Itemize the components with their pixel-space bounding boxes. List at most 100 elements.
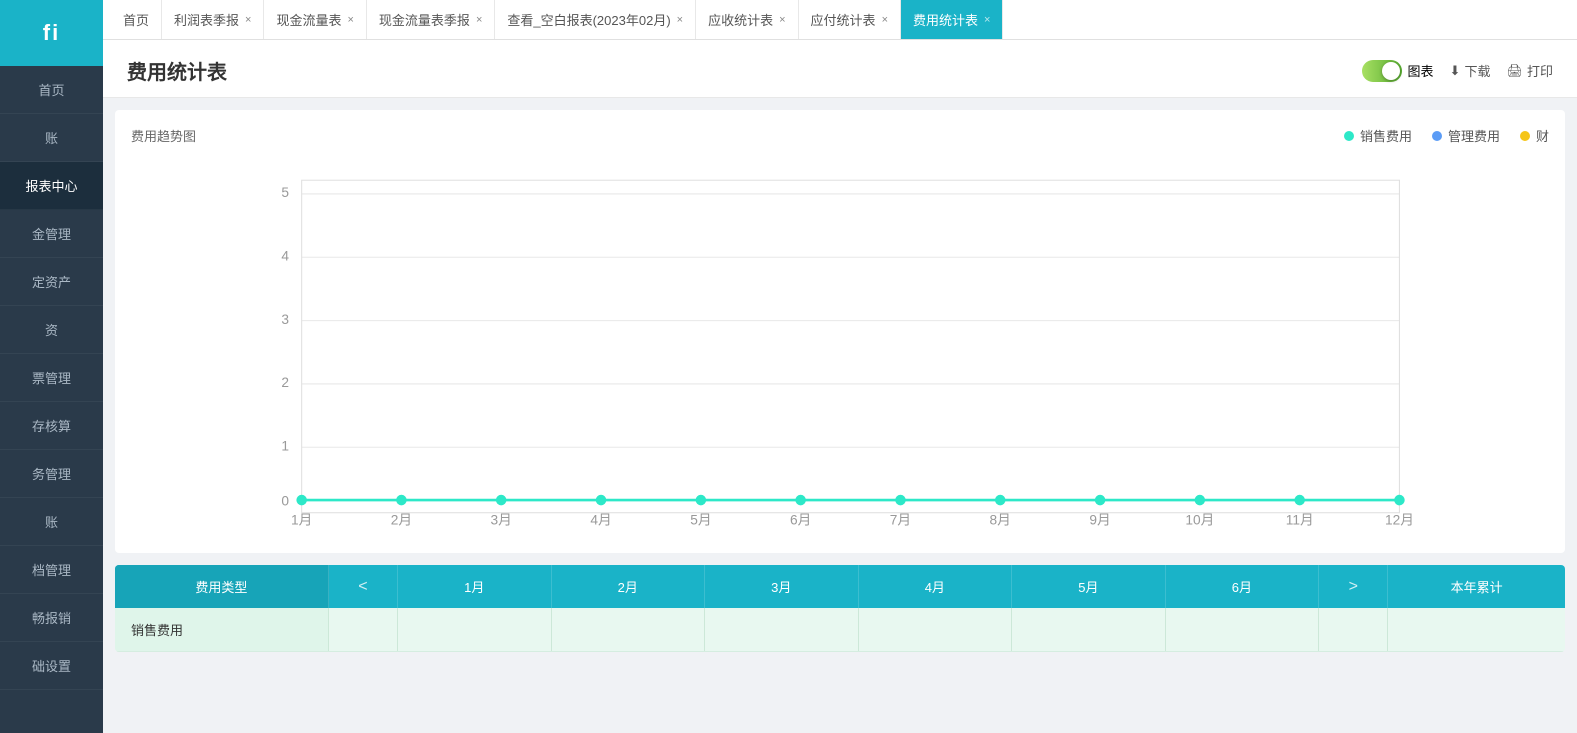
table-header-yearly: 本年累计 bbox=[1388, 565, 1565, 608]
nav-prev-icon[interactable]: < bbox=[358, 578, 367, 596]
chart-header: 费用趋势图 销售费用 管理费用 财 bbox=[131, 126, 1549, 145]
toggle-wrap: 图表 bbox=[1362, 60, 1434, 82]
table-cell-m1 bbox=[398, 608, 552, 651]
table-cell-type: 销售费用 bbox=[115, 608, 329, 651]
tab-close-blank-report[interactable]: × bbox=[677, 14, 683, 26]
download-button[interactable]: ⬇ 下载 bbox=[1450, 61, 1491, 80]
tab-close-payable[interactable]: × bbox=[882, 14, 888, 26]
tab-close-expense-stats[interactable]: × bbox=[984, 14, 990, 26]
table-header-month4: 4月 bbox=[859, 565, 1013, 608]
tab-close-receivable[interactable]: × bbox=[779, 14, 785, 26]
table-cell-yearly bbox=[1388, 608, 1565, 651]
table-cell-nav-space2 bbox=[1319, 608, 1388, 651]
tab-payable[interactable]: 应付统计表 × bbox=[799, 0, 901, 40]
table-header-month1: 1月 bbox=[398, 565, 552, 608]
tab-profit-quarterly[interactable]: 利润表季报 × bbox=[162, 0, 264, 40]
legend-finance: 财 bbox=[1520, 126, 1549, 145]
sidebar-item-finance[interactable]: 金管理 bbox=[0, 210, 103, 258]
svg-text:2月: 2月 bbox=[391, 512, 412, 527]
tab-close-profit-quarterly[interactable]: × bbox=[245, 14, 251, 26]
tab-cashflow-quarterly[interactable]: 现金流量表季报 × bbox=[367, 0, 495, 40]
tab-bar: 首页 利润表季报 × 现金流量表 × 现金流量表季报 × 查看_空白报表(202… bbox=[103, 0, 1577, 40]
chart-title: 费用趋势图 bbox=[131, 126, 196, 145]
sidebar-item-archive[interactable]: 档管理 bbox=[0, 546, 103, 594]
svg-text:1: 1 bbox=[281, 438, 289, 453]
svg-text:4: 4 bbox=[281, 248, 289, 263]
page-title: 费用统计表 bbox=[127, 56, 227, 85]
svg-text:6月: 6月 bbox=[790, 512, 811, 527]
print-button[interactable]: 🖨 打印 bbox=[1506, 61, 1553, 80]
svg-text:1月: 1月 bbox=[291, 512, 312, 527]
sidebar-item-reports[interactable]: 报表中心 bbox=[0, 162, 103, 210]
sidebar-item-invoice[interactable]: 票管理 bbox=[0, 354, 103, 402]
table-header-month6: 6月 bbox=[1166, 565, 1320, 608]
sidebar-logo: fi bbox=[0, 0, 103, 66]
nav-next-icon[interactable]: > bbox=[1349, 578, 1358, 596]
sidebar-item-service[interactable]: 务管理 bbox=[0, 450, 103, 498]
svg-text:5: 5 bbox=[281, 185, 289, 200]
tab-close-cashflow-quarterly[interactable]: × bbox=[476, 14, 482, 26]
table-header-month5: 5月 bbox=[1012, 565, 1166, 608]
print-icon: 🖨 bbox=[1506, 63, 1523, 79]
tab-receivable[interactable]: 应收统计表 × bbox=[696, 0, 798, 40]
sidebar: fi 首页 账 报表中心 金管理 定资产 资 票管理 存核算 务管理 账 档管理… bbox=[0, 0, 103, 733]
svg-text:9月: 9月 bbox=[1089, 512, 1110, 527]
tab-home[interactable]: 首页 bbox=[111, 0, 162, 40]
table-cell-m3 bbox=[705, 608, 859, 651]
print-label: 打印 bbox=[1527, 61, 1553, 80]
table-cell-m4 bbox=[859, 608, 1013, 651]
table-cell-m6 bbox=[1166, 608, 1320, 651]
chart-container: 5 4 3 2 1 0 bbox=[131, 157, 1549, 537]
content-area: 费用统计表 图表 ⬇ 下载 🖨 打印 费用趋势图 bbox=[103, 40, 1577, 733]
chart-toggle[interactable] bbox=[1362, 60, 1402, 82]
table-cell-nav-space bbox=[329, 608, 398, 651]
sidebar-item-expense[interactable]: 畅报销 bbox=[0, 594, 103, 642]
download-label: 下载 bbox=[1464, 61, 1490, 80]
table-header-nav-next[interactable]: > bbox=[1319, 565, 1388, 608]
table-header-row: 费用类型 < 1月 2月 3月 4月 5月 6月 > 本年累计 bbox=[115, 565, 1565, 608]
svg-text:10月: 10月 bbox=[1185, 512, 1214, 527]
svg-text:5月: 5月 bbox=[690, 512, 711, 527]
sidebar-item-ledger[interactable]: 账 bbox=[0, 498, 103, 546]
tab-cashflow[interactable]: 现金流量表 × bbox=[264, 0, 366, 40]
legend-dot-finance bbox=[1520, 131, 1530, 141]
page-header: 费用统计表 图表 ⬇ 下载 🖨 打印 bbox=[103, 40, 1577, 98]
svg-text:12月: 12月 bbox=[1385, 512, 1414, 527]
table-header-nav-prev[interactable]: < bbox=[329, 565, 398, 608]
table-cell-m5 bbox=[1012, 608, 1166, 651]
header-actions: 图表 ⬇ 下载 🖨 打印 bbox=[1362, 60, 1553, 82]
svg-text:2: 2 bbox=[281, 375, 289, 390]
sidebar-item-inventory[interactable]: 存核算 bbox=[0, 402, 103, 450]
chart-legend: 销售费用 管理费用 财 bbox=[1344, 126, 1549, 145]
sidebar-item-home[interactable]: 首页 bbox=[0, 66, 103, 114]
legend-label-finance: 财 bbox=[1536, 126, 1549, 145]
legend-dot-admin bbox=[1432, 131, 1442, 141]
sidebar-item-capital[interactable]: 资 bbox=[0, 306, 103, 354]
legend-label-sales: 销售费用 bbox=[1360, 126, 1412, 145]
table-row: 销售费用 bbox=[115, 608, 1565, 652]
chart-section: 费用趋势图 销售费用 管理费用 财 bbox=[115, 110, 1565, 553]
tab-close-cashflow[interactable]: × bbox=[347, 14, 353, 26]
sidebar-item-settings[interactable]: 础设置 bbox=[0, 642, 103, 690]
toggle-label: 图表 bbox=[1408, 61, 1434, 80]
svg-text:8月: 8月 bbox=[990, 512, 1011, 527]
svg-text:3: 3 bbox=[281, 312, 289, 327]
svg-text:4月: 4月 bbox=[590, 512, 611, 527]
legend-admin: 管理费用 bbox=[1432, 126, 1500, 145]
sidebar-item-account[interactable]: 账 bbox=[0, 114, 103, 162]
table-header-type: 费用类型 bbox=[115, 565, 329, 608]
main-area: 首页 利润表季报 × 现金流量表 × 现金流量表季报 × 查看_空白报表(202… bbox=[103, 0, 1577, 733]
table-header-month2: 2月 bbox=[552, 565, 706, 608]
legend-label-admin: 管理费用 bbox=[1448, 126, 1500, 145]
svg-text:0: 0 bbox=[281, 493, 289, 508]
download-icon: ⬇ bbox=[1450, 63, 1461, 79]
sidebar-item-assets[interactable]: 定资产 bbox=[0, 258, 103, 306]
tab-blank-report[interactable]: 查看_空白报表(2023年02月) × bbox=[495, 0, 696, 40]
tab-expense-stats[interactable]: 费用统计表 × bbox=[901, 0, 1003, 40]
legend-dot-sales bbox=[1344, 131, 1354, 141]
svg-text:7月: 7月 bbox=[890, 512, 911, 527]
chart-svg: 5 4 3 2 1 0 bbox=[131, 157, 1549, 537]
svg-text:11月: 11月 bbox=[1286, 512, 1314, 527]
table-section: 费用类型 < 1月 2月 3月 4月 5月 6月 > 本年累计 销售费用 bbox=[115, 565, 1565, 652]
legend-sales: 销售费用 bbox=[1344, 126, 1412, 145]
